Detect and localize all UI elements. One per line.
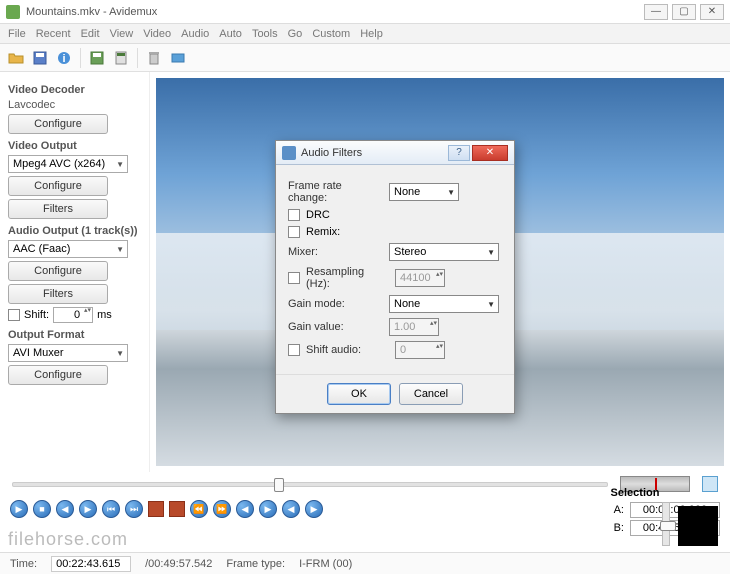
shift-checkbox[interactable]	[8, 309, 20, 321]
dialog-close-button[interactable]: ✕	[472, 145, 508, 161]
output-format-combo[interactable]: AVI Muxer	[8, 344, 128, 362]
shift-audio-spinner[interactable]: 0	[395, 341, 445, 359]
go-start-button[interactable]: ⏪	[190, 500, 208, 518]
calc-icon[interactable]	[111, 48, 131, 68]
drc-label: DRC	[306, 209, 330, 221]
audio-filters-dialog: Audio Filters ? ✕ Frame rate change: Non…	[275, 140, 515, 414]
shift-label: Shift:	[24, 309, 49, 321]
time-current[interactable]: 00:22:43.615	[51, 556, 131, 572]
mixer-label: Mixer:	[288, 246, 383, 258]
resampling-spinner[interactable]: 44100	[395, 269, 445, 287]
back-one-min-button[interactable]: ◀	[236, 500, 254, 518]
fwd-one-min-button[interactable]: ▶	[259, 500, 277, 518]
video-output-filters-button[interactable]: Filters	[8, 199, 108, 219]
window-title: Mountains.mkv - Avidemux	[26, 6, 644, 18]
save-icon[interactable]	[30, 48, 50, 68]
status-bar: Time: 00:22:43.615 /00:49:57.542 Frame t…	[0, 552, 730, 574]
sidebar: Video Decoder Lavcodec Configure Video O…	[0, 72, 150, 472]
shift-spinner[interactable]: 0	[53, 307, 93, 323]
audio-output-heading: Audio Output (1 track(s))	[8, 225, 141, 237]
menu-video[interactable]: Video	[143, 28, 171, 40]
watermark: filehorse.com	[8, 529, 128, 550]
menu-help[interactable]: Help	[360, 28, 383, 40]
play-button[interactable]: ▶	[10, 500, 28, 518]
prev-keyframe-button[interactable]: ⏮	[102, 500, 120, 518]
shift-audio-checkbox[interactable]	[288, 344, 300, 356]
mixer-combo[interactable]: Stereo	[389, 243, 499, 261]
menu-auto[interactable]: Auto	[219, 28, 242, 40]
audio-output-combo[interactable]: AAC (Faac)	[8, 240, 128, 258]
resampling-checkbox[interactable]	[288, 272, 300, 284]
window-minimize-button[interactable]: —	[644, 4, 668, 20]
open-icon[interactable]	[6, 48, 26, 68]
frame-rate-change-combo[interactable]: None	[389, 183, 459, 201]
time-total: /00:49:57.542	[145, 558, 212, 570]
selection-a-label: A:	[614, 504, 624, 516]
selection-b-label: B:	[614, 522, 624, 534]
video-output-configure-button[interactable]: Configure	[8, 176, 108, 196]
go-end-button[interactable]: ⏩	[213, 500, 231, 518]
menu-custom[interactable]: Custom	[312, 28, 350, 40]
volume-slider[interactable]	[662, 502, 670, 546]
decoder-name: Lavcodec	[8, 99, 141, 111]
menu-edit[interactable]: Edit	[81, 28, 100, 40]
next-frame-button[interactable]: ▶	[79, 500, 97, 518]
video-output-heading: Video Output	[8, 140, 141, 152]
save-alt-icon[interactable]	[87, 48, 107, 68]
dialog-title: Audio Filters	[301, 147, 446, 159]
next-keyframe-button[interactable]: ⏭	[125, 500, 143, 518]
remix-label: Remix:	[306, 226, 340, 238]
crop-icon[interactable]	[168, 48, 188, 68]
delete-icon[interactable]	[144, 48, 164, 68]
menu-audio[interactable]: Audio	[181, 28, 209, 40]
timeline-thumb[interactable]	[274, 478, 284, 492]
mark-b-button[interactable]	[169, 501, 185, 517]
time-label: Time:	[10, 558, 37, 570]
output-format-heading: Output Format	[8, 329, 141, 341]
info-icon[interactable]: i	[54, 48, 74, 68]
vu-meter	[678, 506, 718, 546]
decoder-configure-button[interactable]: Configure	[8, 114, 108, 134]
shift-audio-label: Shift audio:	[306, 344, 389, 356]
menu-go[interactable]: Go	[288, 28, 303, 40]
gain-mode-combo[interactable]: None	[389, 295, 499, 313]
menu-view[interactable]: View	[110, 28, 134, 40]
stop-button[interactable]: ■	[33, 500, 51, 518]
audio-output-configure-button[interactable]: Configure	[8, 261, 108, 281]
mark-a-button[interactable]	[148, 501, 164, 517]
goto-b-button[interactable]: ▶	[305, 500, 323, 518]
video-output-combo[interactable]: Mpeg4 AVC (x264)	[8, 155, 128, 173]
shift-unit: ms	[97, 309, 112, 321]
svg-text:i: i	[62, 53, 65, 65]
audio-output-filters-button[interactable]: Filters	[8, 284, 108, 304]
frame-rate-change-label: Frame rate change:	[288, 180, 383, 204]
gain-value-spinner[interactable]: 1.00	[389, 318, 439, 336]
selection-heading: Selection	[550, 487, 720, 499]
window-titlebar: Mountains.mkv - Avidemux — ▢ ✕	[0, 0, 730, 24]
goto-a-button[interactable]: ◀	[282, 500, 300, 518]
menu-bar: File Recent Edit View Video Audio Auto T…	[0, 24, 730, 44]
remix-checkbox[interactable]	[288, 226, 300, 238]
frame-type-label: Frame type:	[226, 558, 285, 570]
video-decoder-heading: Video Decoder	[8, 84, 141, 96]
main-toolbar: i	[0, 44, 730, 72]
timeline-slider[interactable]	[12, 482, 608, 487]
menu-tools[interactable]: Tools	[252, 28, 278, 40]
window-close-button[interactable]: ✕	[700, 4, 724, 20]
window-maximize-button[interactable]: ▢	[672, 4, 696, 20]
menu-file[interactable]: File	[8, 28, 26, 40]
gain-mode-label: Gain mode:	[288, 298, 383, 310]
app-icon	[6, 5, 20, 19]
drc-checkbox[interactable]	[288, 209, 300, 221]
dialog-icon	[282, 146, 296, 160]
frame-type-value: I-FRM (00)	[299, 558, 352, 570]
dialog-help-button[interactable]: ?	[448, 145, 470, 161]
dialog-cancel-button[interactable]: Cancel	[399, 383, 463, 405]
prev-frame-button[interactable]: ◀	[56, 500, 74, 518]
menu-recent[interactable]: Recent	[36, 28, 71, 40]
format-configure-button[interactable]: Configure	[8, 365, 108, 385]
gain-value-label: Gain value:	[288, 321, 383, 333]
dialog-ok-button[interactable]: OK	[327, 383, 391, 405]
resampling-label: Resampling (Hz):	[306, 266, 389, 290]
